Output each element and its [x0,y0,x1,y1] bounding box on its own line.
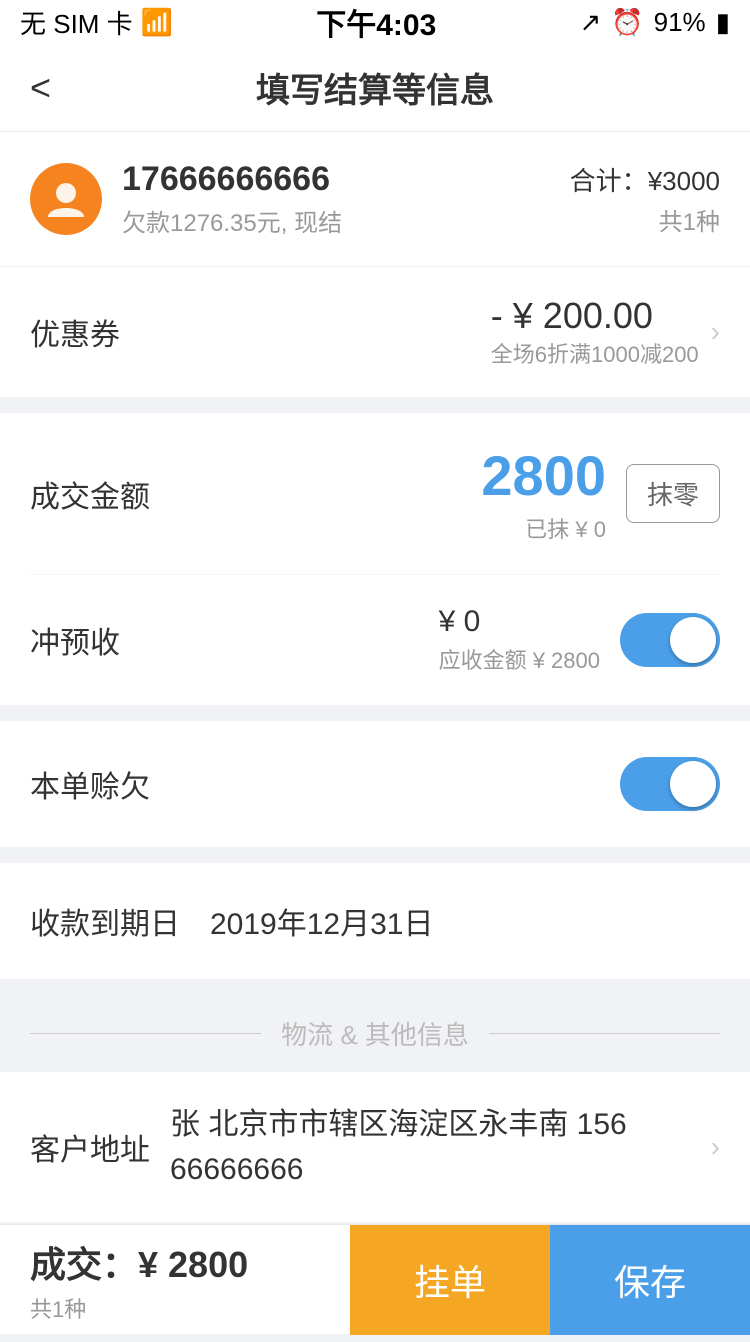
bottom-count: 共1种 [30,1292,320,1324]
status-bar: 无 SIM 卡 📶 下午4:03 ↗ ⏰ 91% ▮ [0,0,750,44]
customer-card: 17666666666 欠款1276.35元, 现结 合计：¥3000 共1种 … [0,132,750,397]
main-content: 17666666666 欠款1276.35元, 现结 合计：¥3000 共1种 … [0,132,750,1342]
location-icon: ↗ [579,7,601,38]
bottom-summary: 成交：¥ 2800 共1种 [0,1236,350,1324]
coupon-chevron-icon: › [711,316,720,348]
total-label: 合计：¥3000 [570,161,720,198]
amount-section: 成交金额 2800 已抹 ¥ 0 抹零 冲预收 ¥ 0 应收金额 ¥ 2800 [0,413,750,705]
bottom-deal-text: 成交：¥ 2800 [30,1236,320,1288]
due-date-label: 收款到期日 [30,899,180,943]
status-time: 下午4:03 [316,0,436,44]
deal-label: 成交： [30,1244,138,1285]
due-date-value: 2019年12月31日 [210,899,433,943]
wifi-signal-icon: 📶 [141,7,173,38]
logistics-line-right [489,1033,720,1034]
debt-row: 本单赊欠 [0,721,750,847]
back-button[interactable]: < [30,67,51,109]
debt-label: 本单赊欠 [30,762,150,806]
bottom-bar: 成交：¥ 2800 共1种 挂单 保存 [0,1224,750,1334]
page-title: 填写结算等信息 [256,63,494,112]
amount-value: 2800 [481,443,606,508]
logistics-text: 物流 & 其他信息 [261,1015,489,1052]
coupon-right: - ¥ 200.00 全场6折满1000减200 › [491,295,720,369]
coupon-desc: 全场6折满1000减200 [491,337,699,369]
customer-sub-text: 欠款1276.35元, 现结 [122,203,342,238]
prepay-row: 冲预收 ¥ 0 应收金额 ¥ 2800 [30,575,720,705]
logistics-line-left [30,1033,261,1034]
no-sim-text: 无 SIM 卡 [20,4,133,41]
debt-toggle-knob [670,761,716,807]
amount-right: 2800 已抹 ¥ 0 抹零 [481,443,720,544]
customer-total: 合计：¥3000 共1种 [570,161,720,237]
deal-value: ¥ 2800 [138,1244,248,1285]
avatar-icon [44,177,88,221]
prepay-sub: 应收金额 ¥ 2800 [439,643,600,675]
coupon-label: 优惠券 [30,310,120,354]
status-right: ↗ ⏰ 91% ▮ [579,7,730,38]
round-button[interactable]: 抹零 [626,464,720,523]
alarm-icon: ⏰ [611,7,643,38]
prepay-label: 冲预收 [30,618,120,662]
coupon-discount: - ¥ 200.00 [491,295,699,337]
due-date-row: 收款到期日 2019年12月31日 [0,863,750,979]
logistics-divider: 物流 & 其他信息 [0,995,750,1072]
avatar [30,163,102,235]
amount-sub: 已抹 ¥ 0 [481,512,606,544]
debt-toggle[interactable] [620,757,720,811]
amount-row: 成交金额 2800 已抹 ¥ 0 抹零 [30,413,720,575]
customer-phone: 17666666666 [122,160,342,199]
customer-left: 17666666666 欠款1276.35元, 现结 [30,160,342,238]
address-label: 客户地址 [30,1125,150,1169]
prepay-value: ¥ 0 [439,605,600,639]
pending-button[interactable]: 挂单 [350,1225,550,1335]
prepay-right: ¥ 0 应收金额 ¥ 2800 [439,605,720,675]
status-left: 无 SIM 卡 📶 [20,4,173,41]
coupon-row[interactable]: 优惠券 - ¥ 200.00 全场6折满1000减200 › [0,267,750,397]
save-button[interactable]: 保存 [550,1225,750,1335]
amount-label: 成交金额 [30,472,150,516]
total-count: 共1种 [570,202,720,237]
battery-icon: ▮ [716,7,730,38]
battery-text: 91% [654,7,706,38]
address-chevron-icon: › [711,1131,720,1163]
customer-info: 17666666666 欠款1276.35元, 现结 [122,160,342,238]
address-value: 张 北京市市辖区海淀区永丰南 156 66666666 [170,1102,711,1192]
nav-bar: < 填写结算等信息 [0,44,750,132]
customer-row: 17666666666 欠款1276.35元, 现结 合计：¥3000 共1种 [0,132,750,267]
address-row[interactable]: 客户地址 张 北京市市辖区海淀区永丰南 156 66666666 › [0,1072,750,1222]
prepay-toggle-knob [670,617,716,663]
prepay-toggle[interactable] [620,613,720,667]
